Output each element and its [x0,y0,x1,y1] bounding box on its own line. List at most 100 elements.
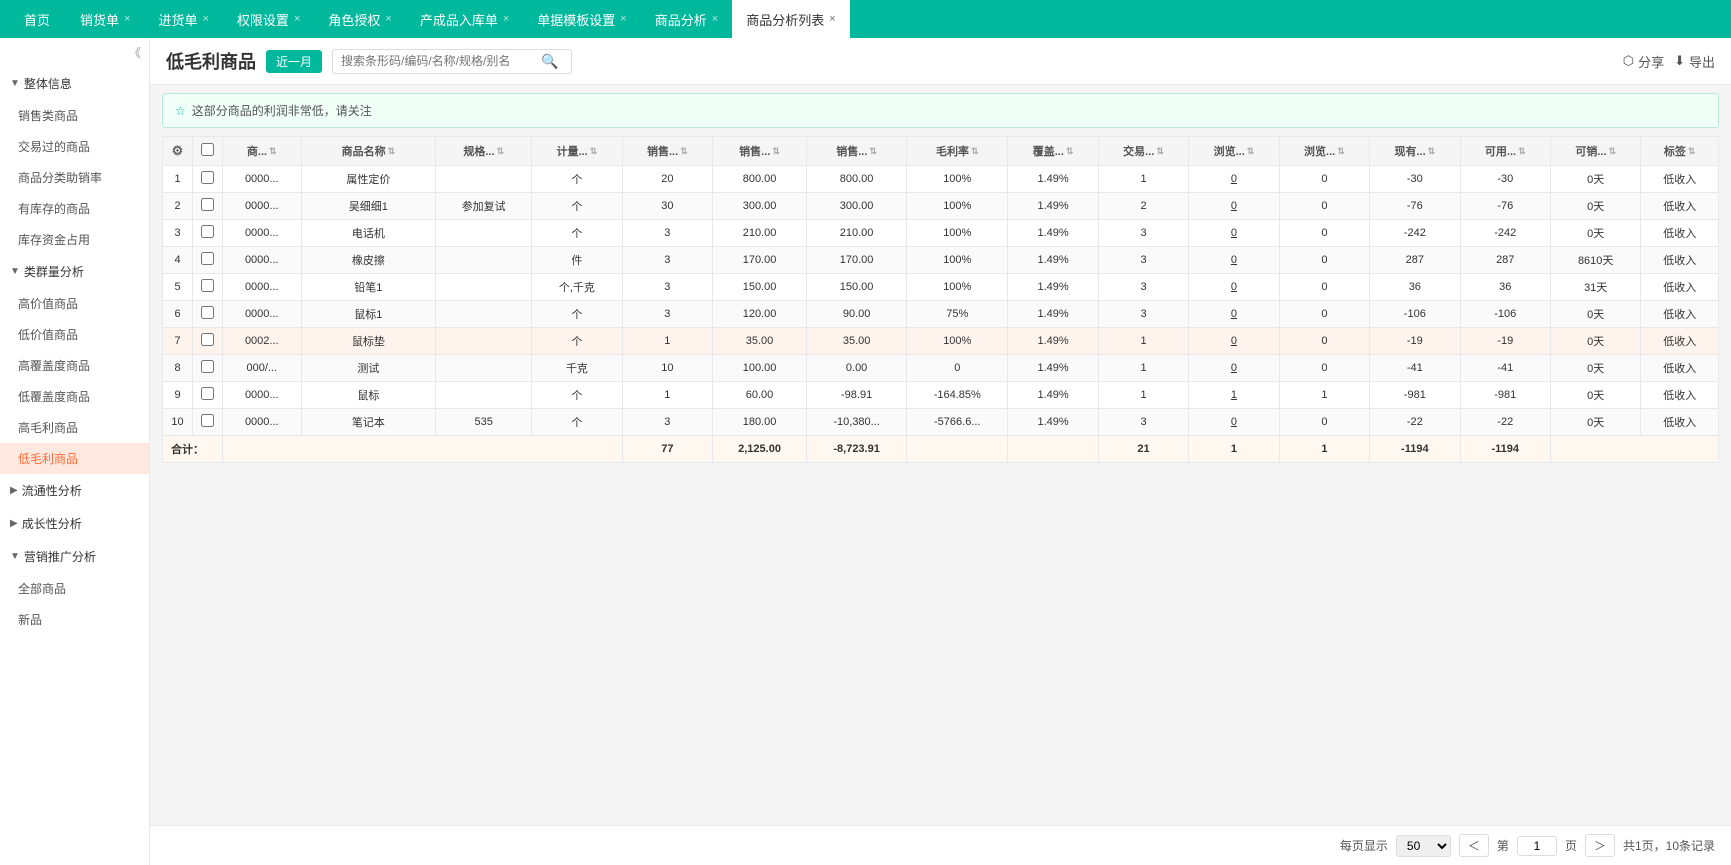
sidebar-section-overall-info[interactable]: ▼ 整体信息 [0,67,149,100]
th-product-code[interactable]: 商...⇅ [223,137,302,166]
product-unit: 个 [532,220,622,247]
export-icon: ⬇ [1674,53,1685,69]
close-icon[interactable]: × [202,13,208,25]
sidebar-collapse-button[interactable]: 《 [0,38,149,67]
sidebar-item-new-products[interactable]: 新品 [0,604,149,635]
row-checkbox[interactable] [193,409,223,436]
th-tag[interactable]: 标签⇅ [1641,137,1719,166]
row-checkbox[interactable] [193,166,223,193]
page-number-input[interactable] [1517,836,1557,856]
available-stock: 287 [1460,247,1550,274]
sidebar-item-high-value[interactable]: 高价值商品 [0,288,149,319]
th-settings[interactable]: ⚙ [163,137,193,166]
page-unit-label: 页 [1565,837,1577,854]
close-icon[interactable]: × [829,13,835,25]
total-sales-qty: 77 [622,436,712,463]
th-current-stock[interactable]: 现有...⇅ [1370,137,1460,166]
trade-count: 3 [1098,220,1188,247]
sidebar-item-stock-capital[interactable]: 库存资金占用 [0,224,149,255]
nav-product-analysis[interactable]: 商品分析 × [641,0,732,38]
table-row: 70002...鼠标垫个135.0035.00100%1.49%100-19-1… [163,328,1719,355]
sidebar-item-category-sales-rate[interactable]: 商品分类助销率 [0,162,149,193]
th-spec[interactable]: 规格...⇅ [436,137,532,166]
product-code: 0000... [223,382,302,409]
search-icon[interactable]: 🔍 [541,53,558,70]
sidebar-section-growth-analysis[interactable]: ▶ 成长性分析 [0,507,149,540]
sidebar-item-high-coverage[interactable]: 高覆盖度商品 [0,350,149,381]
sidebar-item-high-margin[interactable]: 高毛利商品 [0,412,149,443]
th-checkbox[interactable] [193,137,223,166]
sidebar-item-in-stock-products[interactable]: 有库存的商品 [0,193,149,224]
sidebar-item-sales-products[interactable]: 销售类商品 [0,100,149,131]
sidebar-item-low-value[interactable]: 低价值商品 [0,319,149,350]
total-spacer [223,436,623,463]
row-checkbox[interactable] [193,355,223,382]
expand-arrow-icon: ▶ [10,518,18,529]
coverage: 1.49% [1008,328,1098,355]
export-button[interactable]: ⬇ 导出 [1674,52,1715,71]
nav-role-auth[interactable]: 角色授权 × [314,0,405,38]
close-icon[interactable]: × [503,13,509,25]
close-icon[interactable]: × [124,13,130,25]
sellable-days: 31天 [1550,274,1640,301]
nav-product-inbound[interactable]: 产成品入库单 × [406,0,523,38]
nav-home[interactable]: 首页 [8,0,66,38]
sidebar-section-group-analysis[interactable]: ▼ 类群量分析 [0,255,149,288]
select-all-checkbox[interactable] [201,143,214,156]
sales-amount: 35.00 [713,328,807,355]
th-sales-qty[interactable]: 销售...⇅ [622,137,712,166]
row-checkbox[interactable] [193,301,223,328]
product-name: 电话机 [301,220,436,247]
date-filter-button[interactable]: 近一月 [266,50,322,73]
sidebar-item-low-margin[interactable]: 低毛利商品 [0,443,149,474]
sidebar-item-all-products[interactable]: 全部商品 [0,573,149,604]
close-icon[interactable]: × [385,13,391,25]
row-checkbox[interactable] [193,274,223,301]
sidebar-item-low-coverage[interactable]: 低覆盖度商品 [0,381,149,412]
th-available-stock[interactable]: 可用...⇅ [1460,137,1550,166]
trade-count: 2 [1098,193,1188,220]
row-checkbox[interactable] [193,193,223,220]
gross-margin: 75% [907,301,1008,328]
prev-page-button[interactable]: ＜ [1459,834,1489,857]
nav-permission-settings[interactable]: 权限设置 × [223,0,314,38]
close-icon[interactable]: × [712,13,718,25]
page-size-select[interactable]: 50 100 200 [1396,835,1451,857]
row-checkbox[interactable] [193,247,223,274]
product-unit: 个 [532,166,622,193]
current-stock: -106 [1370,301,1460,328]
nav-template-settings[interactable]: 单据模板设置 × [523,0,640,38]
product-tag: 低收入 [1641,355,1719,382]
row-checkbox[interactable] [193,382,223,409]
product-tag: 低收入 [1641,247,1719,274]
th-view1[interactable]: 浏览...⇅ [1189,137,1279,166]
close-icon[interactable]: × [294,13,300,25]
share-button[interactable]: ⬡ 分享 [1623,52,1664,71]
sidebar-section-marketing-analysis[interactable]: ▼ 营销推广分析 [0,540,149,573]
view2: 0 [1279,409,1369,436]
sales-profit: 90.00 [807,301,907,328]
th-sales-profit[interactable]: 销售...⇅ [807,137,907,166]
row-checkbox[interactable] [193,220,223,247]
sidebar-item-traded-products[interactable]: 交易过的商品 [0,131,149,162]
th-sales-amount[interactable]: 销售...⇅ [713,137,807,166]
th-trade-count[interactable]: 交易...⇅ [1098,137,1188,166]
row-checkbox[interactable] [193,328,223,355]
next-page-button[interactable]: ＞ [1585,834,1615,857]
product-name: 鼠标垫 [301,328,436,355]
nav-purchase-order[interactable]: 进货单 × [144,0,222,38]
nav-product-analysis-list[interactable]: 商品分析列表 × [732,0,849,38]
view2: 1 [1279,382,1369,409]
search-input[interactable] [341,54,541,68]
th-coverage[interactable]: 覆盖...⇅ [1008,137,1098,166]
nav-sales-order[interactable]: 销货单 × [66,0,144,38]
th-unit[interactable]: 计量...⇅ [532,137,622,166]
th-gross-margin[interactable]: 毛利率⇅ [907,137,1008,166]
sales-amount: 150.00 [713,274,807,301]
th-view2[interactable]: 浏览...⇅ [1279,137,1369,166]
product-code: 0000... [223,274,302,301]
close-icon[interactable]: × [620,13,626,25]
th-sellable-days[interactable]: 可销...⇅ [1550,137,1640,166]
th-product-name[interactable]: 商品名称⇅ [301,137,436,166]
sidebar-section-circulation-analysis[interactable]: ▶ 流通性分析 [0,474,149,507]
